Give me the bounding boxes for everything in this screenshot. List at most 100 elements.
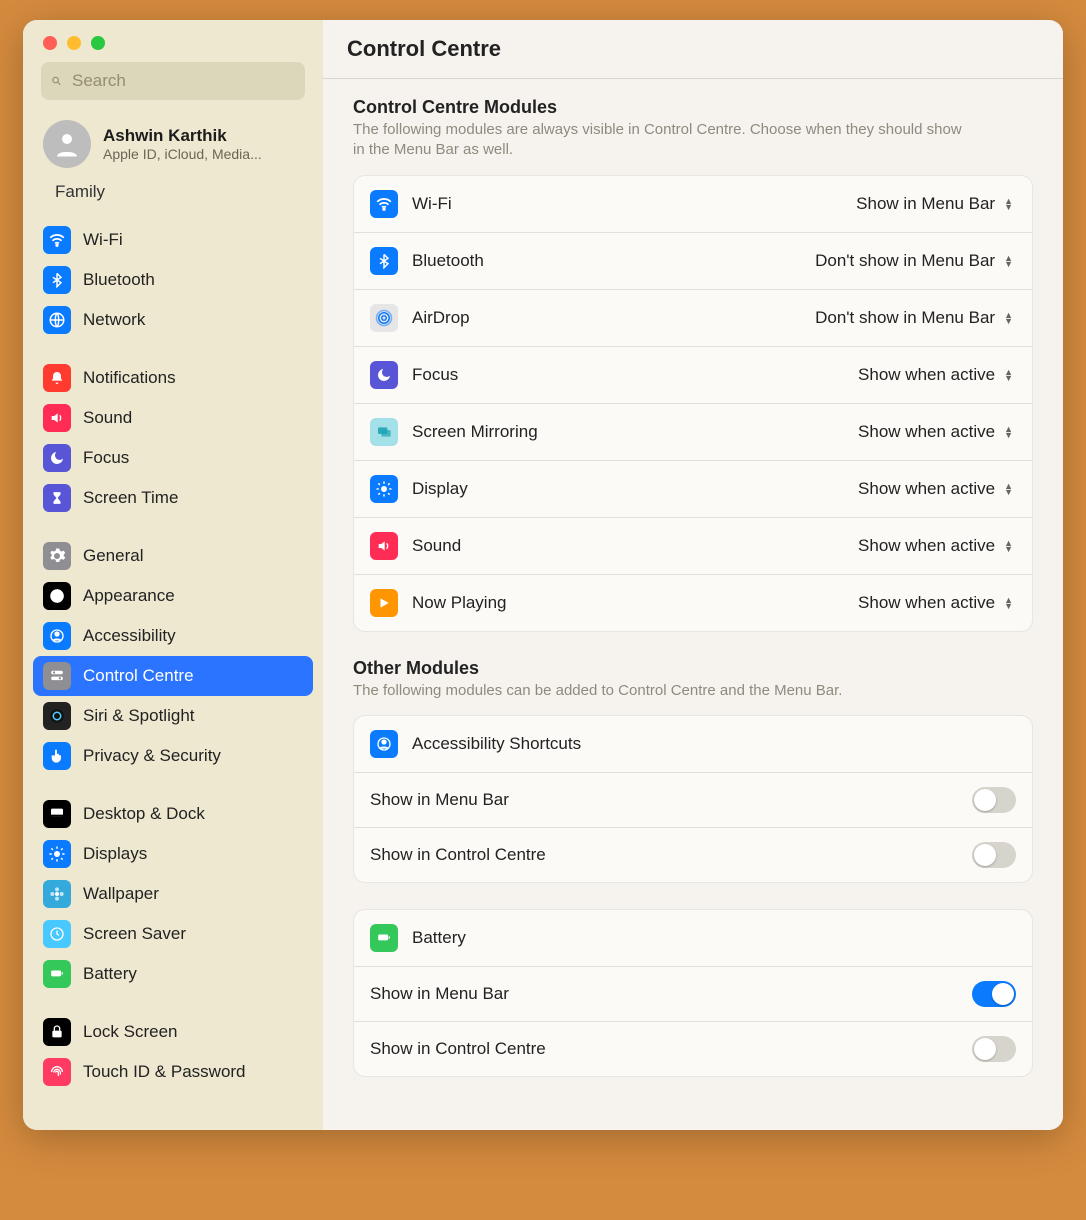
sidebar-item-displays[interactable]: Displays [33, 834, 313, 874]
module-row-airdrop: AirDropDon't show in Menu Bar▲▼ [354, 290, 1032, 347]
sidebar-item-appearance[interactable]: Appearance [33, 576, 313, 616]
sidebar-item-label: Lock Screen [83, 1022, 178, 1042]
module-popup-screen-mirroring[interactable]: Show when active ▲▼ [858, 422, 1016, 442]
minimize-window-button[interactable] [67, 36, 81, 50]
sidebar-item-battery[interactable]: Battery [33, 954, 313, 994]
sidebar-item-privacy-security[interactable]: Privacy & Security [33, 736, 313, 776]
toggle-accessibility-shortcuts-show-in-menu-bar[interactable] [972, 787, 1016, 813]
sidebar-item-label: Screen Time [83, 488, 178, 508]
sidebar-item-label: Privacy & Security [83, 746, 221, 766]
sidebar-item-label: Wallpaper [83, 884, 159, 904]
main-panel: Control Centre Control Centre Modules Th… [323, 20, 1063, 1130]
toggle-label: Show in Control Centre [370, 1039, 972, 1059]
fullscreen-window-button[interactable] [91, 36, 105, 50]
sidebar-item-control-centre[interactable]: Control Centre [33, 656, 313, 696]
module-popup-display[interactable]: Show when active▲▼ [858, 479, 1016, 499]
sidebar-item-wallpaper[interactable]: Wallpaper [33, 874, 313, 914]
sidebar-item-touch-id-password[interactable]: Touch ID & Password [33, 1052, 313, 1092]
sidebar-item-network[interactable]: Network [33, 300, 313, 340]
toggle-row-battery-show-in-menu-bar: Show in Menu Bar [354, 967, 1032, 1022]
other-module-card-accessibility-shortcuts: Accessibility ShortcutsShow in Menu BarS… [353, 715, 1033, 883]
sidebar-item-wi-fi[interactable]: Wi-Fi [33, 220, 313, 260]
sidebar-item-general[interactable]: General [33, 536, 313, 576]
search-input[interactable] [70, 70, 295, 92]
person-icon [43, 622, 71, 650]
sidebar-item-desktop-dock[interactable]: Desktop & Dock [33, 794, 313, 834]
account-name: Ashwin Karthik [103, 126, 262, 146]
popup-value: Show when active [858, 422, 995, 442]
module-popup-sound[interactable]: Show when active▲▼ [858, 536, 1016, 556]
module-row-focus: FocusShow when active▲▼ [354, 347, 1032, 404]
window-controls [23, 20, 323, 62]
moon-icon [43, 444, 71, 472]
sidebar-item-label: Appearance [83, 586, 175, 606]
section2-desc: The following modules can be added to Co… [353, 681, 973, 701]
person-icon [370, 730, 398, 758]
battery-icon [43, 960, 71, 988]
other-module-title-row: Battery [354, 910, 1032, 967]
sidebar-item-sound[interactable]: Sound [33, 398, 313, 438]
toggle-accessibility-shortcuts-show-in-control-centre[interactable] [972, 842, 1016, 868]
sidebar: Ashwin Karthik Apple ID, iCloud, Media..… [23, 20, 323, 1130]
sidebar-item-label: Desktop & Dock [83, 804, 205, 824]
module-label: Wi-Fi [412, 194, 856, 214]
avatar [43, 120, 91, 168]
sidebar-item-label: Accessibility [83, 626, 176, 646]
other-module-title-row: Accessibility Shortcuts [354, 716, 1032, 773]
battery-icon [370, 924, 398, 952]
module-popup-now-playing[interactable]: Show when active▲▼ [858, 593, 1016, 613]
dock-icon [43, 800, 71, 828]
close-window-button[interactable] [43, 36, 57, 50]
switches-icon [43, 662, 71, 690]
mirror-icon [370, 418, 398, 446]
sidebar-item-accessibility[interactable]: Accessibility [33, 616, 313, 656]
chevron-updown-icon: ▲▼ [1001, 483, 1016, 495]
chevron-updown-icon: ▲▼ [1001, 426, 1016, 438]
sidebar-item-bluetooth[interactable]: Bluetooth [33, 260, 313, 300]
module-label: Focus [412, 365, 858, 385]
chevron-updown-icon: ▲▼ [1001, 255, 1016, 267]
sidebar-item-label: Siri & Spotlight [83, 706, 195, 726]
toggle-battery-show-in-control-centre[interactable] [972, 1036, 1016, 1062]
toggle-row-accessibility-shortcuts-show-in-control-centre: Show in Control Centre [354, 828, 1032, 882]
module-label: Display [412, 479, 858, 499]
module-row-bluetooth: BluetoothDon't show in Menu Bar▲▼ [354, 233, 1032, 290]
module-popup-airdrop[interactable]: Don't show in Menu Bar ▲▼ [815, 308, 1016, 328]
search-field[interactable] [41, 62, 305, 100]
sidebar-nav: Wi-FiBluetooth Network Notifications SoundF… [23, 216, 323, 1106]
module-popup-wi-fi[interactable]: Show in Menu Bar▲▼ [856, 194, 1016, 214]
chevron-updown-icon: ▲▼ [1001, 198, 1016, 210]
lock-icon [43, 1018, 71, 1046]
sidebar-item-label: General [83, 546, 143, 566]
other-modules: Accessibility Shortcuts Show in Menu Bar S… [353, 715, 1033, 1077]
popup-value: Don't show in Menu Bar [815, 308, 995, 328]
gear-icon [43, 542, 71, 570]
toggle-battery-show-in-menu-bar[interactable] [972, 981, 1016, 1007]
other-module-title: Accessibility Shortcuts [412, 734, 1016, 754]
chevron-updown-icon: ▲▼ [1001, 597, 1016, 609]
wifi-icon [43, 226, 71, 254]
sidebar-item-screen-saver[interactable]: Screen Saver [33, 914, 313, 954]
sidebar-item-screen-time[interactable]: Screen Time [33, 478, 313, 518]
modules-card: Wi-FiShow in Menu Bar▲▼ BluetoothDon't sh… [353, 175, 1033, 632]
clock-icon [43, 920, 71, 948]
module-label: Screen Mirroring [412, 422, 858, 442]
bluetooth-icon [370, 247, 398, 275]
flower-icon [43, 880, 71, 908]
account-row[interactable]: Ashwin Karthik Apple ID, iCloud, Media..… [23, 110, 323, 172]
family-row[interactable]: Family [23, 172, 323, 216]
chevron-updown-icon: ▲▼ [1001, 312, 1016, 324]
sidebar-item-lock-screen[interactable]: Lock Screen [33, 1012, 313, 1052]
section2-title: Other Modules [353, 658, 1033, 679]
popup-value: Show when active [858, 536, 995, 556]
module-popup-focus[interactable]: Show when active▲▼ [858, 365, 1016, 385]
sidebar-item-siri-spotlight[interactable]: Siri & Spotlight [33, 696, 313, 736]
section1-title: Control Centre Modules [353, 97, 1033, 118]
module-popup-bluetooth[interactable]: Don't show in Menu Bar▲▼ [815, 251, 1016, 271]
sidebar-item-label: Notifications [83, 368, 176, 388]
module-row-screen-mirroring: Screen MirroringShow when active ▲▼ [354, 404, 1032, 461]
sidebar-item-label: Network [83, 310, 145, 330]
sidebar-item-focus[interactable]: Focus [33, 438, 313, 478]
sidebar-item-notifications[interactable]: Notifications [33, 358, 313, 398]
page-title: Control Centre [347, 36, 1039, 62]
